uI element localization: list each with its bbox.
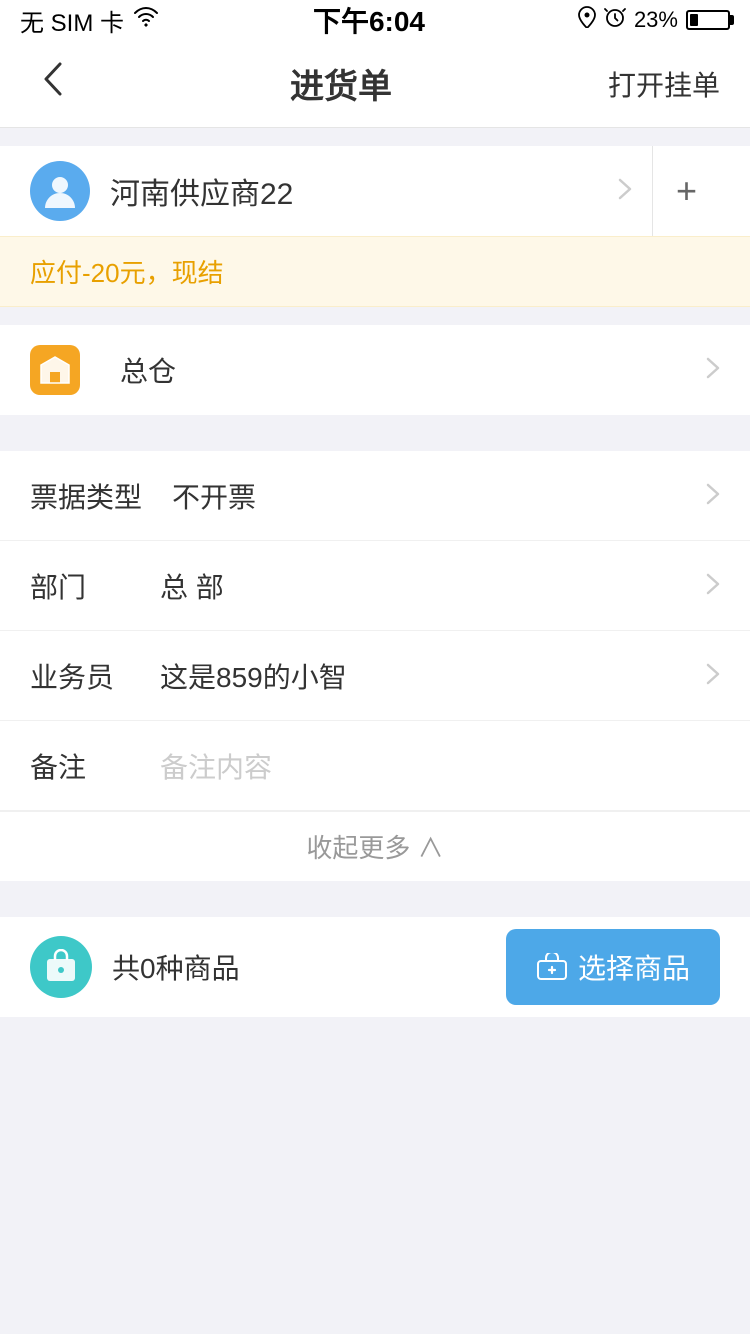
salesman-chevron-icon <box>706 660 720 692</box>
status-bar-left: 无 SIM 卡 <box>20 3 160 38</box>
remark-placeholder: 备注内容 <box>160 746 720 786</box>
status-bar-right: 23% <box>578 6 730 34</box>
status-bar: 无 SIM 卡 下午6:04 23% <box>0 0 750 40</box>
product-count: 共0种商品 <box>112 947 506 987</box>
back-button[interactable] <box>30 50 74 117</box>
notice-text: 应付-20元，现结 <box>30 258 224 288</box>
open-pending-button[interactable]: 打开挂单 <box>608 64 720 104</box>
supplier-chevron-icon <box>618 175 632 207</box>
supplier-avatar <box>30 161 90 221</box>
divider-3 <box>0 415 750 433</box>
invoice-chevron-icon <box>706 480 720 512</box>
remark-label: 备注 <box>30 746 130 786</box>
status-bar-time: 下午6:04 <box>313 0 425 40</box>
battery-icon <box>686 10 730 30</box>
divider-1 <box>0 128 750 146</box>
supplier-row[interactable]: 河南供应商22 + <box>0 146 750 236</box>
invoice-value: 不开票 <box>172 476 706 516</box>
remark-row[interactable]: 备注 备注内容 <box>0 721 750 811</box>
select-goods-label: 选择商品 <box>578 947 690 987</box>
warehouse-section: 总仓 <box>0 325 750 415</box>
collapse-button[interactable]: 收起更多 ∧ <box>0 811 750 881</box>
supplier-name: 河南供应商22 <box>110 169 618 213</box>
department-value: 总 部 <box>160 566 706 606</box>
divider-4 <box>0 881 750 899</box>
add-supplier-button[interactable]: + <box>652 146 720 236</box>
warehouse-row[interactable]: 总仓 <box>0 325 750 415</box>
nav-bar: 进货单 打开挂单 <box>0 40 750 128</box>
carrier-label: 无 SIM 卡 <box>20 3 124 38</box>
salesman-row[interactable]: 业务员 这是859的小智 <box>0 631 750 721</box>
product-section: 共0种商品 选择商品 <box>0 917 750 1017</box>
product-icon <box>30 936 92 998</box>
page-title: 进货单 <box>290 59 392 108</box>
divider-2 <box>0 307 750 325</box>
department-row[interactable]: 部门 总 部 <box>0 541 750 631</box>
salesman-label: 业务员 <box>30 656 130 696</box>
bottom-background <box>0 1017 750 1317</box>
supplier-section: 河南供应商22 + 应付-20元，现结 <box>0 146 750 307</box>
collapse-label: 收起更多 ∧ <box>306 828 443 865</box>
department-label: 部门 <box>30 566 130 606</box>
notice-bar: 应付-20元，现结 <box>0 236 750 307</box>
invoice-label: 票据类型 <box>30 476 142 516</box>
salesman-value: 这是859的小智 <box>160 656 706 696</box>
warehouse-name: 总仓 <box>120 350 706 390</box>
wifi-icon <box>132 6 160 34</box>
select-goods-button[interactable]: 选择商品 <box>506 929 720 1005</box>
invoice-row[interactable]: 票据类型 不开票 <box>0 451 750 541</box>
department-chevron-icon <box>706 570 720 602</box>
location-icon <box>578 6 596 34</box>
form-section: 票据类型 不开票 部门 总 部 业务员 这是859的小智 备注 备注内容 <box>0 451 750 881</box>
battery-label: 23% <box>634 7 678 33</box>
warehouse-icon-bg <box>30 345 80 395</box>
warehouse-chevron-icon <box>706 354 720 386</box>
alarm-icon <box>604 6 626 34</box>
